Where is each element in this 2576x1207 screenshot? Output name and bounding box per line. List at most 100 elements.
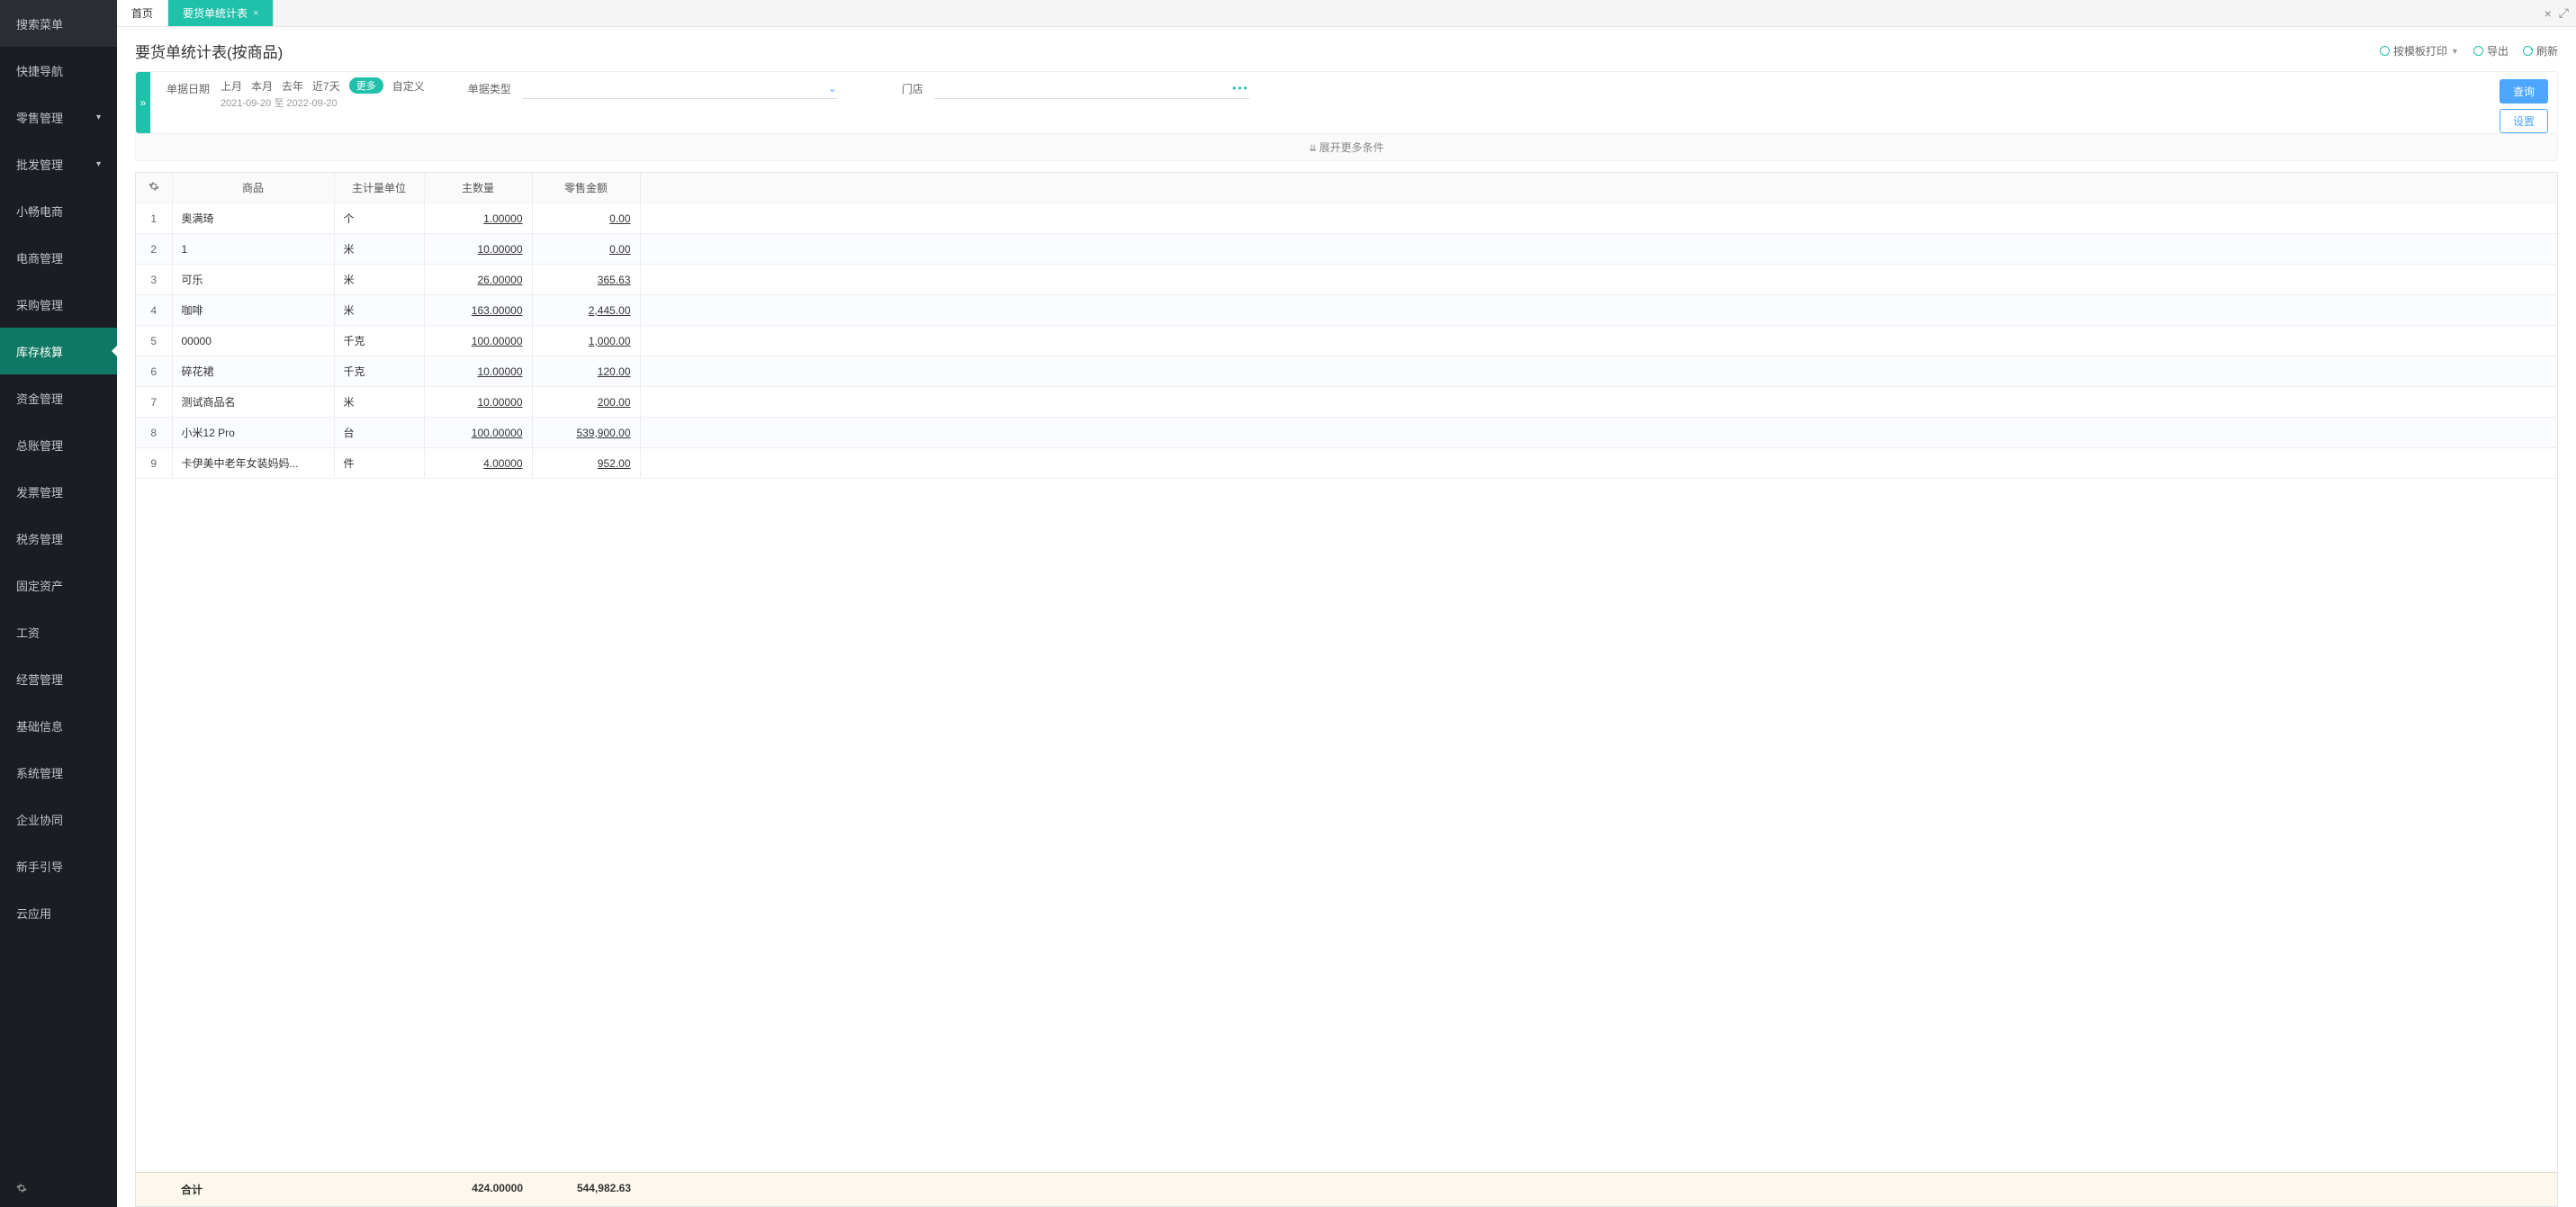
cell-amount[interactable]: 2,445.00	[532, 295, 640, 326]
date-custom[interactable]: 自定义	[392, 78, 425, 94]
sidebar-item-2[interactable]: 零售管理▾	[0, 94, 117, 140]
sidebar-item-14[interactable]: 经营管理	[0, 655, 117, 702]
doc-type-select[interactable]: ⌄	[522, 77, 837, 99]
sidebar-item-0[interactable]: 搜索菜单	[0, 0, 117, 47]
cell-qty[interactable]: 100.00000	[424, 326, 532, 356]
date-opt-last-year[interactable]: 去年	[282, 78, 303, 94]
table-row[interactable]: 3可乐米26.00000365.63	[136, 265, 2557, 295]
cell-qty[interactable]: 10.00000	[424, 387, 532, 418]
cell-product: 可乐	[172, 265, 334, 295]
col-qty-header[interactable]: 主数量	[424, 173, 532, 203]
sidebar-item-6[interactable]: 采购管理	[0, 281, 117, 328]
cell-qty[interactable]: 10.00000	[424, 356, 532, 387]
cell-amount[interactable]: 0.00	[532, 203, 640, 234]
chevron-down-icon: ▾	[96, 113, 101, 122]
col-unit-header[interactable]: 主计量单位	[334, 173, 424, 203]
sidebar-item-11[interactable]: 税务管理	[0, 515, 117, 562]
cell-amount[interactable]: 0.00	[532, 234, 640, 265]
total-qty: 424.00000	[424, 1182, 532, 1197]
cell-spacer	[640, 356, 2557, 387]
sidebar-item-3[interactable]: 批发管理▾	[0, 140, 117, 187]
close-icon[interactable]: ×	[253, 8, 258, 19]
tab-fullscreen-icon[interactable]: ⤢	[2559, 5, 2569, 21]
filter-store-label: 门店	[873, 77, 923, 96]
settings-button[interactable]: 设置	[2499, 109, 2548, 133]
sidebar-item-16[interactable]: 系统管理	[0, 749, 117, 796]
sidebar-item-17[interactable]: 企业协同	[0, 796, 117, 842]
cell-amount[interactable]: 365.63	[532, 265, 640, 295]
sidebar-item-4[interactable]: 小畅电商	[0, 187, 117, 234]
cell-qty[interactable]: 4.00000	[424, 448, 532, 479]
sidebar-item-13[interactable]: 工资	[0, 608, 117, 655]
cell-amount[interactable]: 539,900.00	[532, 418, 640, 448]
cell-amount[interactable]: 200.00	[532, 387, 640, 418]
cell-amount[interactable]: 952.00	[532, 448, 640, 479]
cell-product: 测试商品名	[172, 387, 334, 418]
cell-product: 奥满琦	[172, 203, 334, 234]
sidebar-item-12[interactable]: 固定资产	[0, 562, 117, 608]
main-area: 首页要货单统计表× × ⤢ 要货单统计表(按商品) 按模板打印 ▼ 导出	[117, 0, 2576, 1207]
col-product-header[interactable]: 商品	[172, 173, 334, 203]
tab-bar: 首页要货单统计表× × ⤢	[117, 0, 2576, 27]
table-total-row: 合计 424.00000 544,982.63	[135, 1172, 2558, 1207]
sidebar-item-9[interactable]: 总账管理	[0, 421, 117, 468]
cell-amount[interactable]: 120.00	[532, 356, 640, 387]
col-amount-header[interactable]: 零售金额	[532, 173, 640, 203]
cell-qty[interactable]: 100.00000	[424, 418, 532, 448]
row-index: 2	[136, 234, 172, 265]
chevron-down-icon: ▼	[2451, 47, 2459, 56]
sidebar-item-label: 快捷导航	[16, 62, 63, 79]
filter-collapse-handle[interactable]: »	[136, 72, 150, 133]
table-row[interactable]: 7测试商品名米10.00000200.00	[136, 387, 2557, 418]
cell-qty[interactable]: 163.00000	[424, 295, 532, 326]
cell-spacer	[640, 326, 2557, 356]
cell-unit: 千克	[334, 326, 424, 356]
store-select[interactable]: •••	[934, 77, 1249, 99]
sidebar-item-5[interactable]: 电商管理	[0, 234, 117, 281]
table-row[interactable]: 500000千克100.000001,000.00	[136, 326, 2557, 356]
table-row[interactable]: 6碎花裙千克10.00000120.00	[136, 356, 2557, 387]
refresh-button[interactable]: 刷新	[2523, 43, 2558, 59]
sidebar-item-label: 云应用	[16, 905, 51, 922]
date-range-text: 2021-09-20 至 2022-09-20	[221, 95, 425, 110]
table-row[interactable]: 1奥满琦个1.000000.00	[136, 203, 2557, 234]
table-row[interactable]: 21米10.000000.00	[136, 234, 2557, 265]
filter-date: 单据日期 上月 本月 去年 近7天 更多 自定义 2021-09-20 至 20…	[159, 77, 425, 110]
date-opt-this-month[interactable]: 本月	[251, 78, 273, 94]
cell-qty[interactable]: 1.00000	[424, 203, 532, 234]
cell-amount[interactable]: 1,000.00	[532, 326, 640, 356]
page-header: 要货单统计表(按商品) 按模板打印 ▼ 导出 刷新	[117, 27, 2576, 71]
query-button[interactable]: 查询	[2499, 79, 2548, 104]
expand-filters-button[interactable]: 展开更多条件	[135, 134, 2558, 161]
print-template-button[interactable]: 按模板打印 ▼	[2380, 43, 2459, 59]
row-index: 5	[136, 326, 172, 356]
cell-spacer	[640, 203, 2557, 234]
sidebar-item-label: 企业协同	[16, 811, 63, 828]
sidebar-item-label: 经营管理	[16, 671, 63, 688]
export-button[interactable]: 导出	[2473, 43, 2508, 59]
tab-1[interactable]: 要货单统计表×	[168, 0, 274, 26]
sidebar-item-15[interactable]: 基础信息	[0, 702, 117, 749]
sidebar-item-7[interactable]: 库存核算	[0, 328, 117, 374]
cell-qty[interactable]: 26.00000	[424, 265, 532, 295]
col-settings-header[interactable]	[136, 173, 172, 203]
date-more-badge[interactable]: 更多	[349, 77, 383, 94]
table-row[interactable]: 4咖啡米163.000002,445.00	[136, 295, 2557, 326]
tab-close-all-icon[interactable]: ×	[2544, 6, 2552, 21]
col-spacer	[640, 173, 2557, 203]
sidebar-item-19[interactable]: 云应用	[0, 889, 117, 936]
table-row[interactable]: 9卡伊美中老年女装妈妈...件4.00000952.00	[136, 448, 2557, 479]
cell-qty[interactable]: 10.00000	[424, 234, 532, 265]
date-opt-7days[interactable]: 近7天	[312, 78, 340, 94]
sidebar-item-8[interactable]: 资金管理	[0, 374, 117, 421]
filter-doc-type: 单据类型 ⌄	[461, 77, 837, 110]
settings-gear-icon[interactable]	[16, 1184, 27, 1196]
date-opt-last-month[interactable]: 上月	[221, 78, 242, 94]
tab-0[interactable]: 首页	[117, 0, 168, 26]
sidebar-item-1[interactable]: 快捷导航	[0, 47, 117, 94]
sidebar-item-10[interactable]: 发票管理	[0, 468, 117, 515]
table-row[interactable]: 8小米12 Pro台100.00000539,900.00	[136, 418, 2557, 448]
tab-label: 首页	[131, 5, 153, 21]
sidebar-item-18[interactable]: 新手引导	[0, 842, 117, 889]
sidebar-item-label: 批发管理	[16, 156, 63, 173]
